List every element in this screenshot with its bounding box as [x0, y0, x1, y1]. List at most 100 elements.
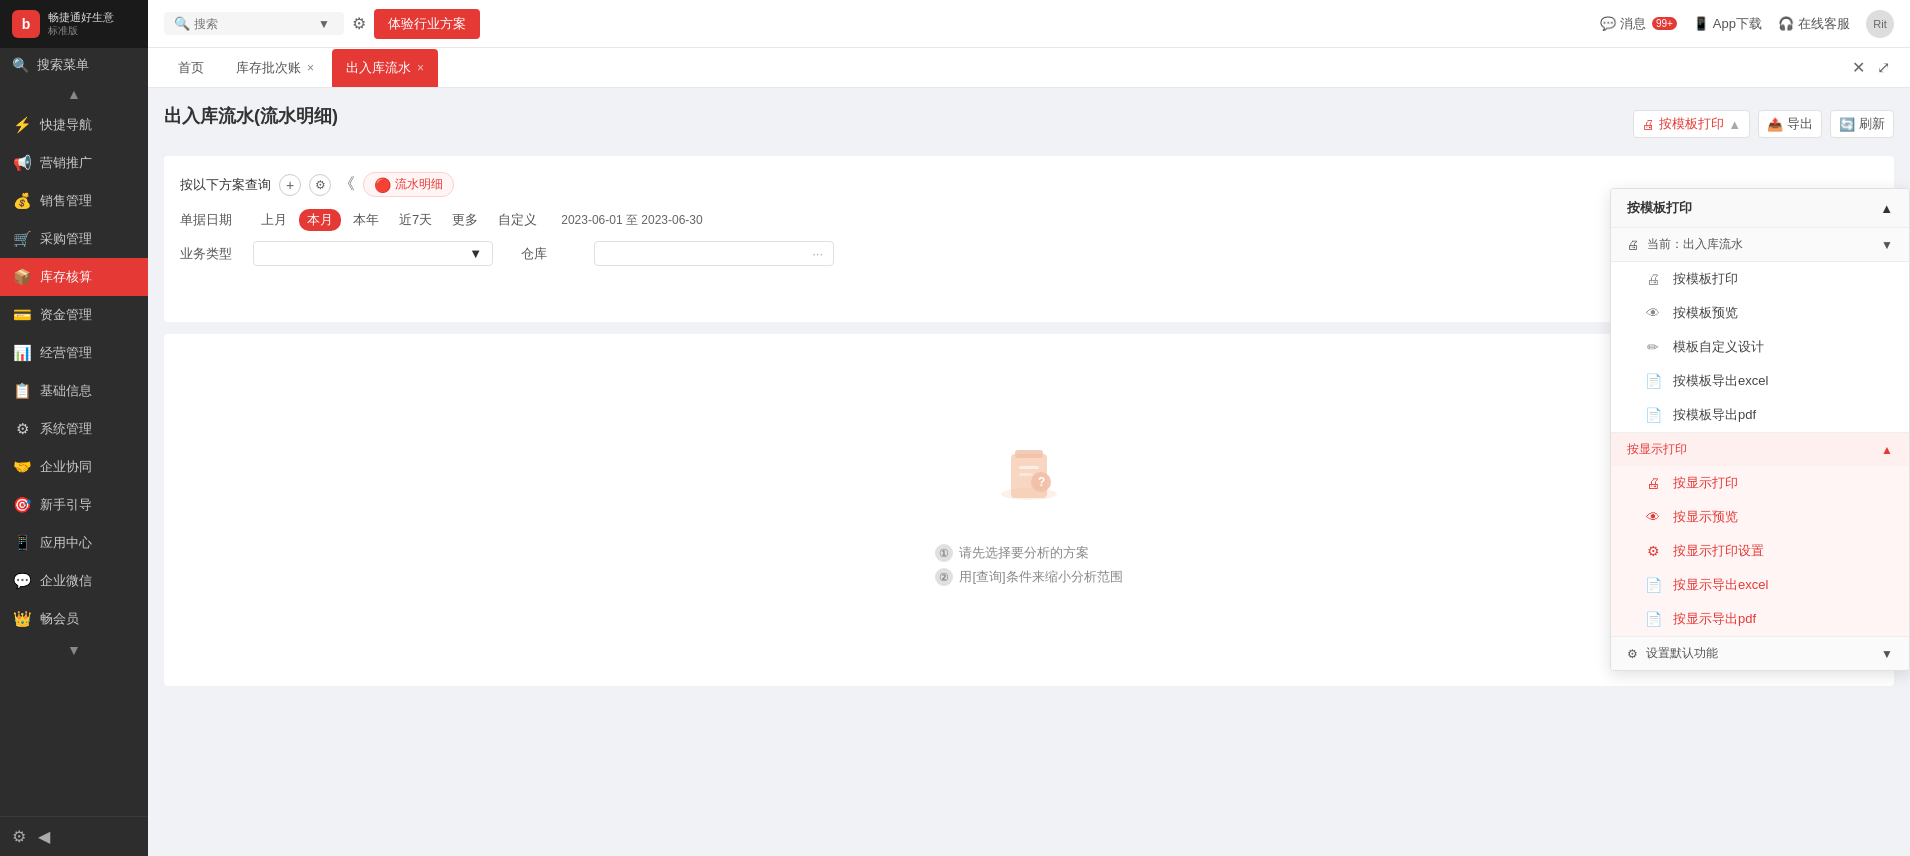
sidebar-item-business[interactable]: 📊 经营管理	[0, 334, 148, 372]
dp-display-item-icon: 📄	[1643, 611, 1663, 627]
filter-tag-item[interactable]: 🔴 流水明细	[363, 172, 454, 197]
dp-display-item-icon: 📄	[1643, 577, 1663, 593]
warehouse-more-icon: ···	[812, 246, 823, 261]
sidebar-label-coop: 企业协同	[40, 458, 92, 476]
tab-batch[interactable]: 库存批次账 ×	[222, 49, 328, 87]
warehouse-select[interactable]: ···	[594, 241, 834, 266]
sidebar-item-vip[interactable]: 👑 畅会员	[0, 600, 148, 638]
dp-display-item-按显示打印设置[interactable]: ⚙ 按显示打印设置	[1611, 534, 1909, 568]
sidebar-label-guide: 新手引导	[40, 496, 92, 514]
sidebar-label-marketing: 营销推广	[40, 154, 92, 172]
message-item[interactable]: 💬 消息 99+	[1600, 15, 1677, 33]
filter-collapse-chevron[interactable]: 《	[339, 174, 355, 195]
dp-display-item-按显示预览[interactable]: 👁 按显示预览	[1611, 500, 1909, 534]
dp-template-item-按模板打印[interactable]: 🖨 按模板打印	[1611, 262, 1909, 296]
dp-current-label: 当前：出入库流水	[1647, 236, 1743, 253]
tabs-left: 首页 库存批次账 × 出入库流水 ×	[164, 49, 438, 87]
sidebar-scroll-up[interactable]: ▲	[0, 82, 148, 106]
message-badge: 99+	[1652, 17, 1677, 30]
sidebar-item-system[interactable]: ⚙ 系统管理	[0, 410, 148, 448]
biz-type-value	[264, 246, 268, 261]
sidebar-items: ⚡ 快捷导航 📢 营销推广 💰 销售管理 🛒 采购管理 📦 库存核算 💳 资金管…	[0, 106, 148, 638]
dp-template-item-按模板导出excel[interactable]: 📄 按模板导出excel	[1611, 364, 1909, 398]
window-close-btn[interactable]: ✕	[1848, 54, 1869, 81]
topbar-gear-icon[interactable]: ⚙	[352, 14, 366, 33]
biz-type-select[interactable]: ▼	[253, 241, 493, 266]
sidebar-icon-sales: 💰	[12, 192, 32, 210]
settings-icon[interactable]: ⚙	[12, 827, 26, 846]
sidebar-icon-marketing: 📢	[12, 154, 32, 172]
dp-display-item-按显示打印[interactable]: 🖨 按显示打印	[1611, 466, 1909, 500]
collapse-sidebar-icon[interactable]: ◀	[38, 827, 50, 846]
export-label: 导出	[1787, 115, 1813, 133]
user-avatar-item[interactable]: Rit	[1866, 10, 1894, 38]
export-btn[interactable]: 📤 导出	[1758, 110, 1822, 138]
dp-header[interactable]: 按模板打印 ▲	[1611, 189, 1909, 228]
window-maximize-btn[interactable]: ⤢	[1873, 54, 1894, 81]
dp-current-header[interactable]: 🖨 当前：出入库流水 ▼	[1611, 228, 1909, 261]
filter-setting-btn[interactable]: ⚙	[309, 174, 331, 196]
page-actions-bar: 🖨 按模板打印 ▲ 📤 导出 🔄 刷新	[1633, 110, 1894, 138]
dp-display-item-按显示导出pdf[interactable]: 📄 按显示导出pdf	[1611, 602, 1909, 636]
app-logo-icon: b	[12, 10, 40, 38]
app-download-item[interactable]: 📱 App下载	[1693, 15, 1762, 33]
topbar-search-dropdown-icon[interactable]: ▼	[318, 17, 330, 31]
tab-current-close[interactable]: ×	[417, 61, 424, 75]
tab-current[interactable]: 出入库流水 ×	[332, 49, 438, 87]
dp-current-section: 🖨 当前：出入库流水 ▼	[1611, 228, 1909, 262]
dp-display-header[interactable]: 按显示打印 ▲	[1611, 433, 1909, 466]
date-shortcut-本月[interactable]: 本月	[299, 209, 341, 231]
date-shortcut-自定义[interactable]: 自定义	[490, 209, 545, 231]
sidebar-item-marketing[interactable]: 📢 营销推广	[0, 144, 148, 182]
sidebar-item-finance[interactable]: 💳 资金管理	[0, 296, 148, 334]
dp-template-item-按模板预览[interactable]: 👁 按模板预览	[1611, 296, 1909, 330]
sidebar-icon-purchase: 🛒	[12, 230, 32, 248]
print-label: 按模板打印	[1659, 115, 1724, 133]
topbar-search-input[interactable]	[194, 17, 314, 31]
date-range-text: 2023-06-01 至 2023-06-30	[561, 212, 702, 229]
dp-display-item-按显示导出excel[interactable]: 📄 按显示导出excel	[1611, 568, 1909, 602]
app-download-label: App下载	[1713, 15, 1762, 33]
date-shortcut-上月[interactable]: 上月	[253, 209, 295, 231]
dp-template-item-模板自定义设计[interactable]: ✏ 模板自定义设计	[1611, 330, 1909, 364]
filter-add-btn[interactable]: +	[279, 174, 301, 196]
dp-display-item-icon: 👁	[1643, 509, 1663, 525]
date-shortcut-本年[interactable]: 本年	[345, 209, 387, 231]
sidebar-icon-basic: 📋	[12, 382, 32, 400]
sidebar-item-quick-nav[interactable]: ⚡ 快捷导航	[0, 106, 148, 144]
dp-template-item-按模板导出pdf[interactable]: 📄 按模板导出pdf	[1611, 398, 1909, 432]
dp-footer[interactable]: ⚙ 设置默认功能 ▼	[1611, 637, 1909, 670]
tab-batch-close[interactable]: ×	[307, 61, 314, 75]
sidebar-item-basic[interactable]: 📋 基础信息	[0, 372, 148, 410]
page-title: 出入库流水(流水明细)	[164, 104, 338, 128]
refresh-btn[interactable]: 🔄 刷新	[1830, 110, 1894, 138]
tip-num-1: ①	[935, 544, 953, 562]
online-service-item[interactable]: 🎧 在线客服	[1778, 15, 1850, 33]
svg-rect-4	[1019, 473, 1033, 476]
trial-btn[interactable]: 体验行业方案	[374, 9, 480, 39]
tip-text-2: 用[查询]条件来缩小分析范围	[959, 568, 1122, 586]
sidebar-icon-coop: 🤝	[12, 458, 32, 476]
sidebar-item-wecom[interactable]: 💬 企业微信	[0, 562, 148, 600]
print-btn[interactable]: 🖨 按模板打印 ▲	[1633, 110, 1750, 138]
sidebar-search-label: 搜索菜单	[37, 56, 89, 74]
dp-item-label: 按模板预览	[1673, 304, 1738, 322]
sidebar-item-coop[interactable]: 🤝 企业协同	[0, 448, 148, 486]
sidebar-label-basic: 基础信息	[40, 382, 92, 400]
date-shortcut-更多[interactable]: 更多	[444, 209, 486, 231]
sidebar-scroll-down[interactable]: ▼	[0, 638, 148, 662]
sidebar-item-sales[interactable]: 💰 销售管理	[0, 182, 148, 220]
sidebar-item-guide[interactable]: 🎯 新手引导	[0, 486, 148, 524]
tab-home[interactable]: 首页	[164, 49, 218, 87]
sidebar-item-inventory[interactable]: 📦 库存核算	[0, 258, 148, 296]
sidebar-search-item[interactable]: 🔍 搜索菜单	[0, 48, 148, 82]
svg-rect-3	[1019, 466, 1039, 469]
sidebar-item-purchase[interactable]: 🛒 采购管理	[0, 220, 148, 258]
topbar-search-box[interactable]: 🔍 ▼	[164, 12, 344, 35]
topbar-right: 💬 消息 99+ 📱 App下载 🎧 在线客服 Rit	[1600, 10, 1894, 38]
dp-footer-arrow: ▼	[1881, 647, 1893, 661]
sidebar-item-apps[interactable]: 📱 应用中心	[0, 524, 148, 562]
date-shortcut-近7天[interactable]: 近7天	[391, 209, 440, 231]
print-dropdown-arrow[interactable]: ▲	[1728, 117, 1741, 132]
app-name: 畅捷通好生意	[48, 10, 114, 24]
